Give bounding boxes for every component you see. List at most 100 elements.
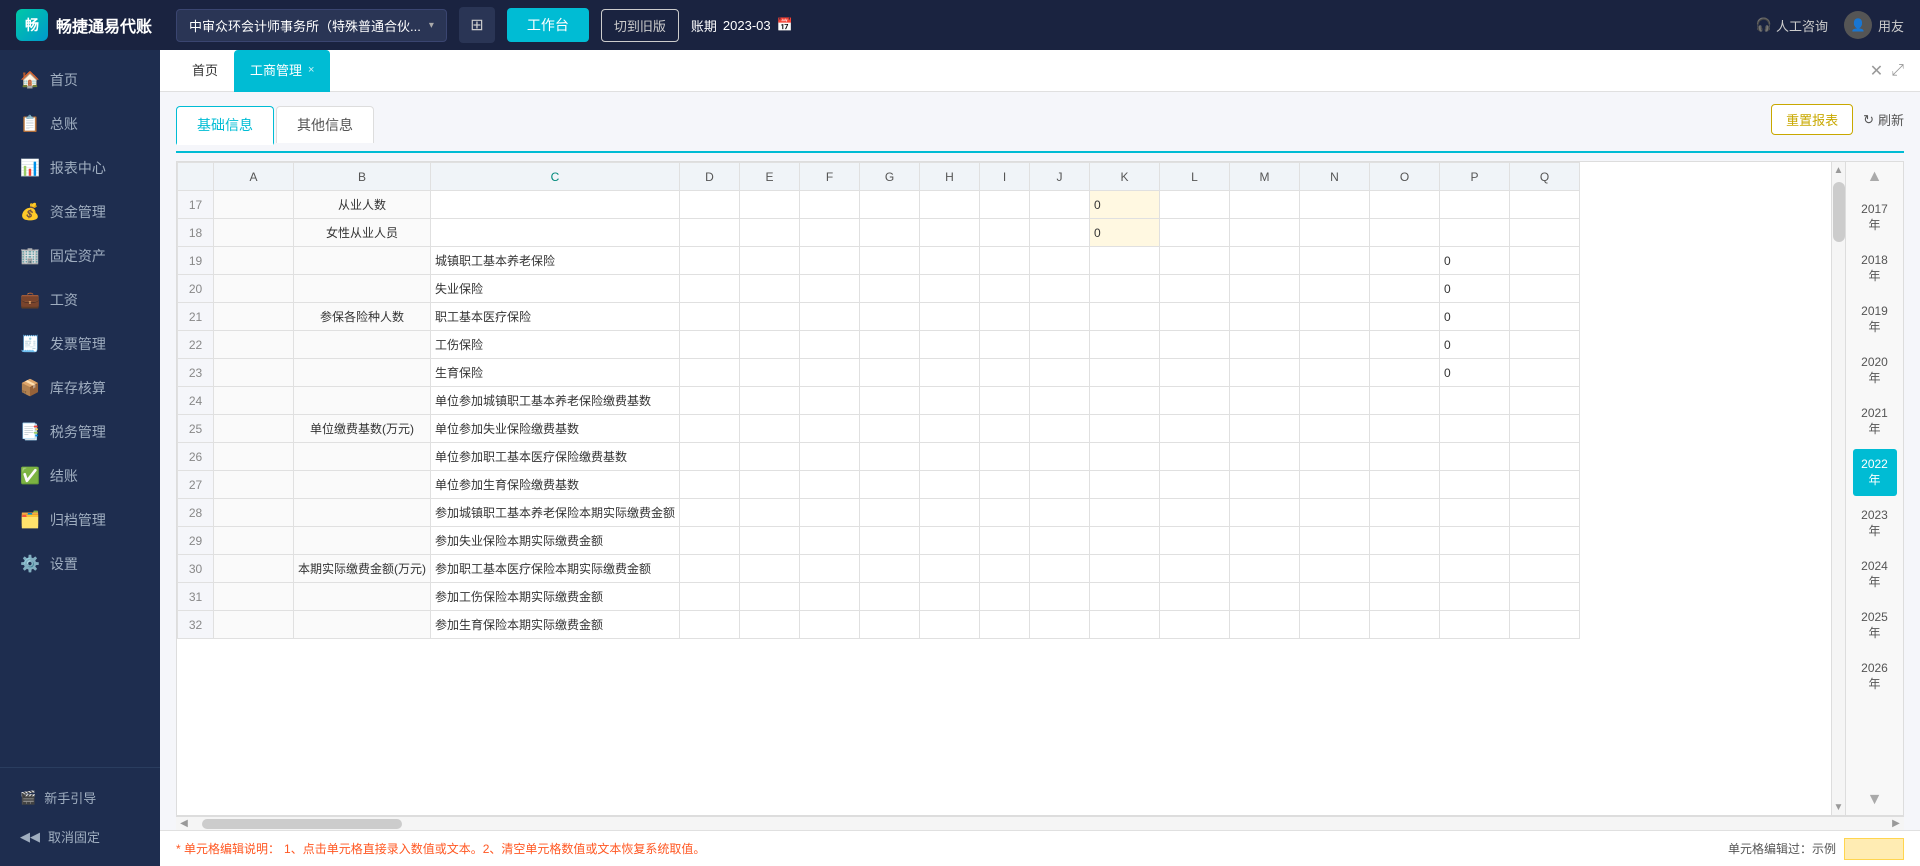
cell-23-a[interactable]: [214, 359, 294, 387]
cell-32-h[interactable]: [920, 611, 980, 639]
cell-22-m[interactable]: [1230, 331, 1300, 359]
cell-30-p[interactable]: [1440, 555, 1510, 583]
reset-button[interactable]: 重置报表: [1771, 104, 1853, 135]
cell-27-i[interactable]: [980, 471, 1030, 499]
cell-29-q[interactable]: [1510, 527, 1580, 555]
sidebar-item-close[interactable]: ✅ 结账: [0, 454, 160, 498]
sidebar-item-invoice[interactable]: 🧾 发票管理: [0, 322, 160, 366]
sidebar-item-unpin[interactable]: ◀◀ 取消固定: [0, 817, 160, 856]
cell-24-h[interactable]: [920, 387, 980, 415]
cell-17-j[interactable]: [1030, 191, 1090, 219]
cell-17-m[interactable]: [1230, 191, 1300, 219]
cell-31-f[interactable]: [800, 583, 860, 611]
cell-17-o[interactable]: [1370, 191, 1440, 219]
cell-28-p[interactable]: [1440, 499, 1510, 527]
cell-25-i[interactable]: [980, 415, 1030, 443]
cell-31-j[interactable]: [1030, 583, 1090, 611]
year-item-2022[interactable]: 2022年: [1853, 449, 1897, 496]
cell-20-b[interactable]: [294, 275, 431, 303]
cell-32-j[interactable]: [1030, 611, 1090, 639]
cell-20-i[interactable]: [980, 275, 1030, 303]
cell-21-m[interactable]: [1230, 303, 1300, 331]
cell-17-b[interactable]: 从业人数: [294, 191, 431, 219]
cell-21-q[interactable]: [1510, 303, 1580, 331]
scroll-down-btn[interactable]: ▼: [1832, 799, 1845, 815]
cell-28-f[interactable]: [800, 499, 860, 527]
cell-27-d[interactable]: [680, 471, 740, 499]
cell-19-d[interactable]: [680, 247, 740, 275]
cell-25-a[interactable]: [214, 415, 294, 443]
cell-22-e[interactable]: [740, 331, 800, 359]
cell-26-o[interactable]: [1370, 443, 1440, 471]
cell-19-p[interactable]: 0: [1440, 247, 1510, 275]
year-item-2020[interactable]: 2020年: [1853, 347, 1897, 394]
cell-26-d[interactable]: [680, 443, 740, 471]
cell-17-h[interactable]: [920, 191, 980, 219]
cell-25-m[interactable]: [1230, 415, 1300, 443]
sidebar-item-reports[interactable]: 📊 报表中心: [0, 146, 160, 190]
tab-business[interactable]: 工商管理 ×: [234, 50, 330, 92]
sub-tab-basic[interactable]: 基础信息: [176, 106, 274, 145]
cell-21-h[interactable]: [920, 303, 980, 331]
cell-32-b[interactable]: [294, 611, 431, 639]
cell-32-k[interactable]: [1090, 611, 1160, 639]
cell-30-n[interactable]: [1300, 555, 1370, 583]
cell-21-i[interactable]: [980, 303, 1030, 331]
cell-32-l[interactable]: [1160, 611, 1230, 639]
cell-18-c[interactable]: [431, 219, 680, 247]
cell-30-e[interactable]: [740, 555, 800, 583]
cell-27-m[interactable]: [1230, 471, 1300, 499]
cell-28-h[interactable]: [920, 499, 980, 527]
cell-22-q[interactable]: [1510, 331, 1580, 359]
cell-20-q[interactable]: [1510, 275, 1580, 303]
cell-31-g[interactable]: [860, 583, 920, 611]
copy-icon[interactable]: ⊞: [459, 7, 495, 43]
cell-22-o[interactable]: [1370, 331, 1440, 359]
cell-17-d[interactable]: [680, 191, 740, 219]
cell-22-n[interactable]: [1300, 331, 1370, 359]
cell-17-n[interactable]: [1300, 191, 1370, 219]
cell-19-c[interactable]: 城镇职工基本养老保险: [431, 247, 680, 275]
cell-28-m[interactable]: [1230, 499, 1300, 527]
year-item-2017[interactable]: 2017年: [1853, 194, 1897, 241]
cell-19-o[interactable]: [1370, 247, 1440, 275]
cell-28-g[interactable]: [860, 499, 920, 527]
cell-21-p[interactable]: 0: [1440, 303, 1510, 331]
cell-32-a[interactable]: [214, 611, 294, 639]
cell-31-i[interactable]: [980, 583, 1030, 611]
cell-23-n[interactable]: [1300, 359, 1370, 387]
cell-25-q[interactable]: [1510, 415, 1580, 443]
cell-29-g[interactable]: [860, 527, 920, 555]
cell-31-b[interactable]: [294, 583, 431, 611]
old-version-button[interactable]: 切到旧版: [601, 9, 679, 42]
cell-26-l[interactable]: [1160, 443, 1230, 471]
cell-25-d[interactable]: [680, 415, 740, 443]
cell-31-m[interactable]: [1230, 583, 1300, 611]
cell-27-n[interactable]: [1300, 471, 1370, 499]
cell-22-h[interactable]: [920, 331, 980, 359]
cell-29-f[interactable]: [800, 527, 860, 555]
cell-20-m[interactable]: [1230, 275, 1300, 303]
cell-27-f[interactable]: [800, 471, 860, 499]
cell-29-o[interactable]: [1370, 527, 1440, 555]
cell-20-o[interactable]: [1370, 275, 1440, 303]
tab-close-button[interactable]: ✕: [1870, 61, 1883, 81]
cell-19-a[interactable]: [214, 247, 294, 275]
cell-22-f[interactable]: [800, 331, 860, 359]
cell-22-c[interactable]: 工伤保险: [431, 331, 680, 359]
scroll-up-btn[interactable]: ▲: [1832, 162, 1845, 178]
cell-18-i[interactable]: [980, 219, 1030, 247]
sidebar-item-salary[interactable]: 💼 工资: [0, 278, 160, 322]
cell-23-e[interactable]: [740, 359, 800, 387]
year-item-2026[interactable]: 2026年: [1853, 653, 1897, 700]
cell-31-n[interactable]: [1300, 583, 1370, 611]
cell-28-a[interactable]: [214, 499, 294, 527]
cell-26-g[interactable]: [860, 443, 920, 471]
cell-18-e[interactable]: [740, 219, 800, 247]
refresh-button[interactable]: ↻ 刷新: [1863, 110, 1904, 129]
cell-32-i[interactable]: [980, 611, 1030, 639]
cell-21-j[interactable]: [1030, 303, 1090, 331]
cell-24-a[interactable]: [214, 387, 294, 415]
sidebar-item-assets[interactable]: 🏢 固定资产: [0, 234, 160, 278]
cell-20-k[interactable]: [1090, 275, 1160, 303]
